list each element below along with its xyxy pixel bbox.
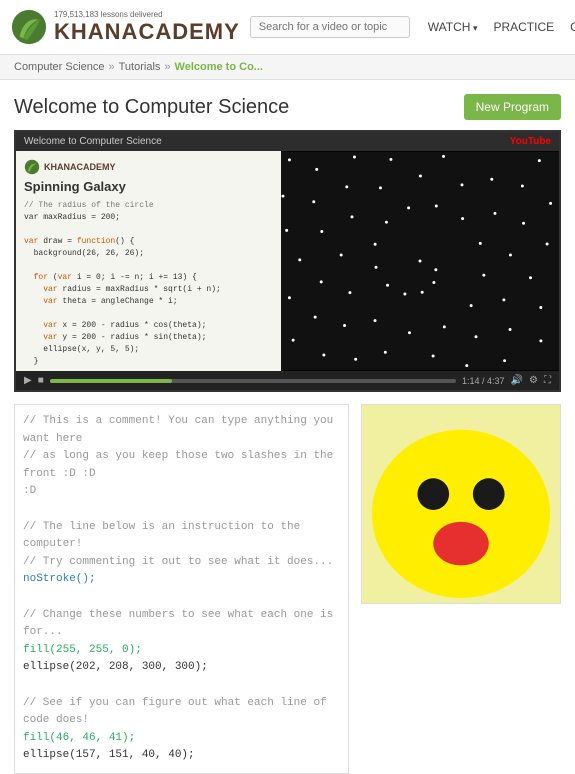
video-top-title: Welcome to Computer Science [24, 136, 162, 147]
code-line-6: // Try commenting it out to see what it … [23, 554, 340, 572]
code-line-4 [23, 501, 340, 519]
code-line-5: // The line below is an instruction to t… [23, 519, 340, 554]
nav-items: WATCH PRACTICE COACH VOL... [420, 16, 575, 38]
nav-watch[interactable]: WATCH [420, 16, 486, 38]
video-code-title: Spinning Galaxy [24, 179, 273, 194]
settings-icon[interactable]: ⚙ [529, 375, 538, 386]
code-line-7: noStroke(); [23, 571, 340, 589]
logo-tagline: 179,513,183 lessons delivered [54, 10, 240, 19]
code-line-15: ellipse(157, 151, 40, 40); [23, 747, 340, 765]
code-line-9: // Change these numbers to see what each… [23, 607, 340, 642]
breadcrumb-computer-science[interactable]: Computer Science [14, 61, 105, 73]
logo-text: 179,513,183 lessons delivered KHANACADEM… [54, 10, 240, 45]
video-top-bar: Welcome to Computer Science YouTube [16, 132, 559, 151]
smiley-svg [362, 405, 560, 603]
header: 179,513,183 lessons delivered KHANACADEM… [0, 0, 575, 55]
code-line-2: // as long as you keep those two slashes… [23, 448, 340, 483]
video-inner: Welcome to Computer Science YouTube KHAN… [16, 132, 559, 390]
nav-practice[interactable]: PRACTICE [485, 16, 562, 38]
volume-icon[interactable]: 🔊 [511, 375, 523, 386]
progress-fill [50, 379, 172, 383]
video-canvas: // This will be done in JS below [281, 151, 559, 371]
code-line-14: fill(46, 46, 41); [23, 730, 340, 748]
code-line-12 [23, 677, 340, 695]
progress-bar[interactable] [50, 379, 456, 383]
spiral-svg: // This will be done in JS below [281, 151, 559, 371]
stop-button[interactable]: ■ [38, 375, 44, 386]
code-editor-panel[interactable]: // This is a comment! You can type anyth… [14, 404, 349, 774]
code-line-10: fill(255, 255, 0); [23, 642, 340, 660]
video-code-panel: KHANACADEMY Spinning Galaxy // The radiu… [16, 151, 281, 371]
play-button[interactable]: ▶ [24, 375, 32, 386]
breadcrumb-current: Welcome to Co... [175, 61, 263, 73]
video-body: KHANACADEMY Spinning Galaxy // The radiu… [16, 151, 559, 371]
canvas-preview [361, 404, 561, 604]
code-line-1: // This is a comment! You can type anyth… [23, 413, 340, 448]
logo-icon [10, 8, 48, 46]
code-line-3: :D [23, 483, 340, 501]
mini-logo-icon [24, 159, 40, 175]
video-container: Welcome to Computer Science YouTube KHAN… [14, 130, 561, 392]
code-line-11: ellipse(202, 208, 300, 300); [23, 659, 340, 677]
code-line-8 [23, 589, 340, 607]
video-code: // The radius of the circle var maxRadiu… [24, 200, 273, 371]
youtube-label: YouTube [510, 136, 551, 147]
search-input[interactable] [250, 16, 410, 38]
mini-header: KHANACADEMY [24, 159, 273, 175]
new-program-button[interactable]: New Program [464, 94, 561, 120]
time-display: 1:14 / 4:37 [462, 376, 505, 386]
page-title: Welcome to Computer Science [14, 96, 289, 119]
nav-coach[interactable]: COACH [562, 16, 575, 38]
code-line-13: // See if you can figure out what each l… [23, 695, 340, 730]
logo-name: KHANACADEMY [54, 19, 240, 45]
breadcrumb: Computer Science » Tutorials » Welcome t… [0, 55, 575, 80]
code-area: // This is a comment! You can type anyth… [14, 404, 561, 774]
video-controls: ▶ ■ 1:14 / 4:37 🔊 ⚙ ⛶ [16, 371, 559, 390]
fullscreen-icon[interactable]: ⛶ [544, 375, 551, 386]
page-content: Welcome to Computer Science New Program … [0, 80, 575, 774]
page-header: Welcome to Computer Science New Program [14, 94, 561, 120]
logo-area: 179,513,183 lessons delivered KHANACADEM… [10, 8, 240, 46]
mini-logo-text: KHANACADEMY [44, 162, 116, 172]
breadcrumb-tutorials[interactable]: Tutorials [119, 61, 161, 73]
